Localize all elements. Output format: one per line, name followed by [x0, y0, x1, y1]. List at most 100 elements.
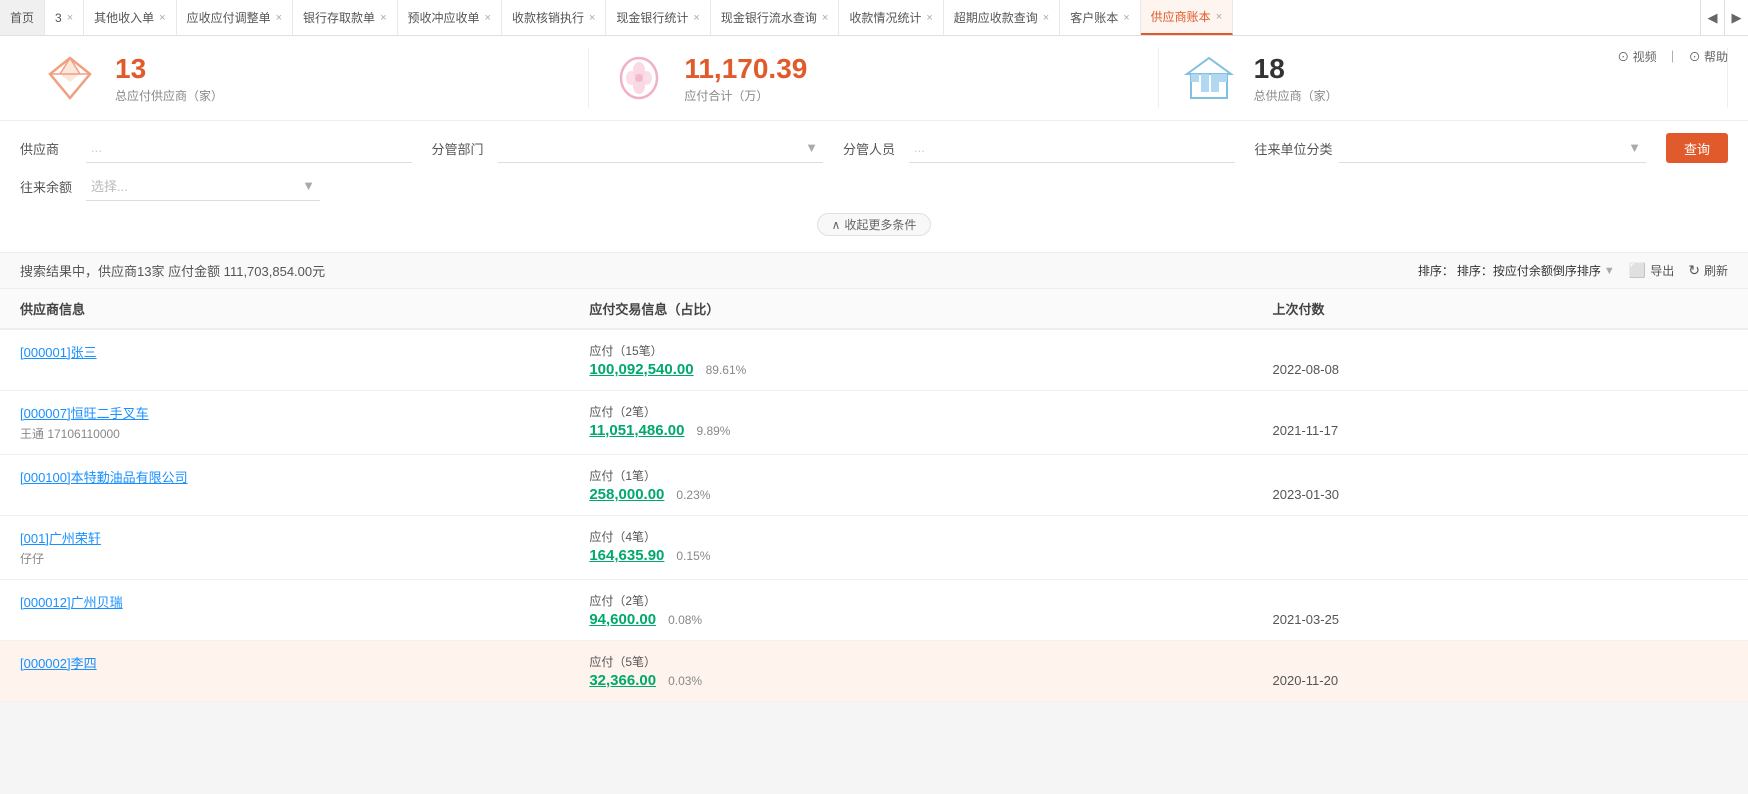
video-icon: ⊙: [1617, 50, 1629, 64]
collapse-bar[interactable]: ∧ 收起更多条件: [20, 209, 1728, 240]
person-dots: ...: [914, 140, 925, 155]
supplier-input[interactable]: ...: [86, 133, 412, 163]
close-tab-icon[interactable]: ×: [159, 12, 165, 24]
nav-tab-receipt-stat[interactable]: 收款情况统计×: [839, 0, 943, 35]
nav-tab-home[interactable]: 首页: [0, 0, 45, 35]
sort-button[interactable]: 排序： 排序：按应付余额倒序排序 ▼: [1418, 262, 1615, 279]
nav-tab-supplier-ledger[interactable]: 供应商账本×: [1141, 0, 1233, 35]
summary-bar: 13 总应付供应商（家） 11,170.39 应付合计（万）: [0, 36, 1748, 121]
top-nav: 首页3×其他收入单×应收应付调整单×银行存取款单×预收冲应收单×收款核销执行×现…: [0, 0, 1748, 36]
tx-amount-row: 11,051,486.009.89%: [589, 422, 1272, 439]
nav-tab-overdue-ar[interactable]: 超期应收款查询×: [944, 0, 1060, 35]
tx-amount-row: 32,366.000.03%: [589, 672, 1272, 689]
nav-tab-prepaid-offset[interactable]: 预收冲应收单×: [398, 0, 502, 35]
summary-card-2: 11,170.39 应付合计（万）: [589, 48, 1158, 108]
person-input[interactable]: ...: [909, 133, 1235, 163]
collapse-button[interactable]: ∧ 收起更多条件: [817, 213, 932, 236]
tx-label: 应付（4笔）: [589, 528, 1272, 545]
nav-tab-bank-deposit[interactable]: 银行存取款单 ×: [293, 0, 397, 35]
nav-arrow-right[interactable]: ▶: [1724, 0, 1748, 35]
tx-amount[interactable]: 11,051,486.00: [589, 422, 684, 439]
nav-arrow-left[interactable]: ◀: [1700, 0, 1724, 35]
close-tab-icon[interactable]: ×: [693, 12, 699, 24]
help-label[interactable]: 帮助: [1704, 50, 1728, 64]
tx-amount[interactable]: 94,600.00: [589, 611, 656, 628]
refresh-button[interactable]: ↻ 刷新: [1688, 262, 1728, 279]
close-tab-icon[interactable]: ×: [1216, 11, 1222, 23]
nav-tab-label: 首页: [10, 9, 34, 26]
balance-placeholder: 选择...: [91, 176, 128, 195]
nav-tab-receipt-verify[interactable]: 收款核销执行×: [502, 0, 606, 35]
filter-row-1: 供应商 ... 分管部门 ▼ 分管人员 ... 往来单位分类 ▼ 查询: [20, 133, 1728, 163]
tx-amount[interactable]: 258,000.00: [589, 486, 664, 503]
table-row: [000001]张三应付（15笔）100,092,540.0089.61%202…: [0, 330, 1748, 391]
tx-pct: 0.15%: [676, 549, 710, 563]
supplier-cell: [000012]广州贝瑞: [20, 592, 589, 611]
dept-select[interactable]: ▼: [498, 133, 824, 163]
nav-tab-tab3[interactable]: 3×: [45, 0, 84, 35]
supplier-link[interactable]: [000100]本特勤油品有限公司: [20, 470, 188, 485]
tx-pct: 0.23%: [676, 488, 710, 502]
supplier-cell: [000001]张三: [20, 342, 589, 361]
tx-amount[interactable]: 164,635.90: [589, 547, 664, 564]
last-pay-cell: 2021-11-17: [1273, 403, 1728, 438]
table-header: 供应商信息 应付交易信息（占比） 上次付数: [0, 289, 1748, 330]
nav-tab-ar-ap-adjust[interactable]: 应收应付调整单×: [177, 0, 293, 35]
video-link[interactable]: ⊙ 视频: [1617, 48, 1656, 65]
tx-label: 应付（2笔）: [589, 403, 1272, 420]
close-tab-icon[interactable]: ×: [485, 12, 491, 24]
collapse-label: 收起更多条件: [844, 216, 916, 233]
dept-label: 分管部门: [432, 139, 492, 158]
supplier-link[interactable]: [000002]李四: [20, 656, 97, 671]
tx-amount[interactable]: 32,366.00: [589, 672, 656, 689]
nav-tab-label: 现金银行流水查询: [721, 9, 817, 26]
filter-area: 供应商 ... 分管部门 ▼ 分管人员 ... 往来单位分类 ▼ 查询 往来: [0, 121, 1748, 253]
help-link[interactable]: ⊙ 帮助: [1689, 48, 1728, 65]
card-info-3: 18 总供应商（家）: [1254, 52, 1338, 105]
transaction-cell: 应付（5笔）32,366.000.03%: [589, 653, 1272, 689]
total-payable-amount-label: 应付合计（万）: [684, 87, 807, 104]
filter-unit-class: 往来单位分类 ▼: [1255, 133, 1647, 163]
export-icon: ⬜: [1629, 262, 1646, 279]
summary-card-1: 13 总应付供应商（家）: [20, 48, 589, 108]
close-tab-icon[interactable]: ×: [1123, 12, 1129, 24]
export-button[interactable]: ⬜ 导出: [1629, 262, 1674, 279]
supplier-sub-info: 仔仔: [20, 550, 589, 567]
nav-tab-cash-bank-flow[interactable]: 现金银行流水查询 ×: [711, 0, 839, 35]
close-tab-icon[interactable]: ×: [67, 12, 73, 24]
last-pay-cell: 2021-03-25: [1273, 592, 1728, 627]
close-tab-icon[interactable]: ×: [589, 12, 595, 24]
collapse-icon: ∧: [832, 218, 841, 232]
balance-arrow: ▼: [302, 178, 315, 193]
top-right-links: ⊙ 视频 ｜ ⊙ 帮助: [1617, 48, 1728, 65]
last-pay-date: 2020-11-20: [1273, 653, 1728, 688]
supplier-cell: [001]广州荣轩仔仔: [20, 528, 589, 567]
transaction-cell: 应付（2笔）94,600.000.08%: [589, 592, 1272, 628]
close-tab-icon[interactable]: ×: [926, 12, 932, 24]
close-tab-icon[interactable]: ×: [380, 12, 386, 24]
sort-value: 排序：按应付余额倒序排序: [1457, 262, 1601, 279]
nav-tab-label: 银行存取款单: [303, 9, 375, 26]
tx-amount[interactable]: 100,092,540.00: [589, 361, 693, 378]
video-label[interactable]: 视频: [1633, 50, 1657, 64]
last-pay-date: 2021-03-25: [1273, 592, 1728, 627]
unit-class-select[interactable]: ▼: [1339, 133, 1646, 163]
supplier-link[interactable]: [000001]张三: [20, 345, 97, 360]
search-button[interactable]: 查询: [1666, 133, 1728, 163]
nav-tab-other-income[interactable]: 其他收入单×: [84, 0, 176, 35]
total-payable-amount-num: 11,170.39: [684, 52, 807, 86]
supplier-label: 供应商: [20, 139, 80, 158]
data-table: 供应商信息 应付交易信息（占比） 上次付数 [000001]张三应付（15笔）1…: [0, 289, 1748, 702]
nav-tab-customer-ledger[interactable]: 客户账本×: [1060, 0, 1140, 35]
supplier-link[interactable]: [001]广州荣轩: [20, 531, 101, 546]
last-pay-date: 2022-08-08: [1273, 342, 1728, 377]
tx-pct: 0.08%: [668, 613, 702, 627]
balance-select[interactable]: 选择... ▼: [86, 171, 320, 201]
close-tab-icon[interactable]: ×: [276, 12, 282, 24]
supplier-link[interactable]: [000012]广州贝瑞: [20, 595, 123, 610]
nav-tab-cash-bank-stat[interactable]: 现金银行统计×: [606, 0, 710, 35]
close-tab-icon[interactable]: ×: [1043, 12, 1049, 24]
tx-amount-row: 258,000.00 0.23%: [589, 486, 1272, 503]
close-tab-icon[interactable]: ×: [822, 12, 828, 24]
supplier-link[interactable]: [000007]恒旺二手叉车: [20, 406, 149, 421]
